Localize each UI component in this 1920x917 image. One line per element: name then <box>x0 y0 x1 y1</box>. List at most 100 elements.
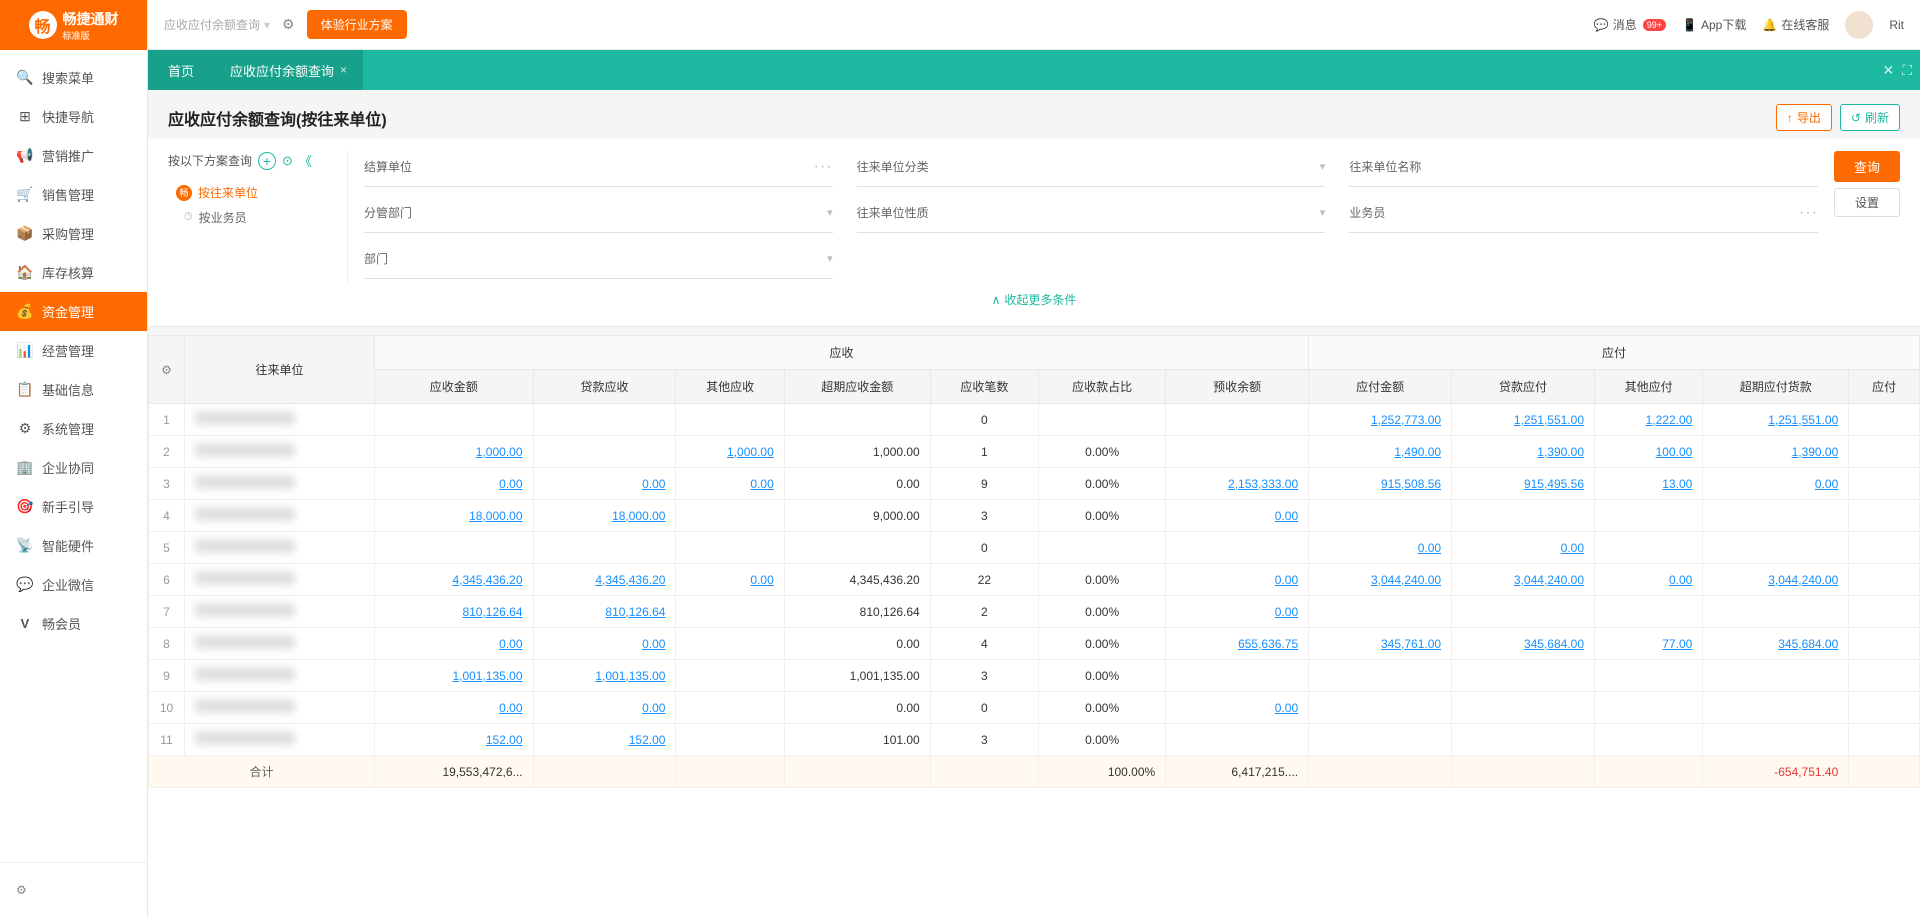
topbar-customer-service[interactable]: 🔔 在线客服 <box>1762 16 1829 33</box>
department-chevron-icon[interactable]: ▾ <box>827 252 833 265</box>
sidebar-item-purchase[interactable]: 📦 采购管理 <box>0 214 147 253</box>
tab-home[interactable]: 首页 <box>148 50 214 90</box>
collapse-more-button[interactable]: ∧ 收起更多条件 <box>168 285 1900 314</box>
tab-close-icon[interactable]: × <box>340 63 347 77</box>
filter-target-icon[interactable]: ⊙ <box>282 153 293 169</box>
solution-button[interactable]: 体验行业方案 <box>307 10 407 39</box>
table-cell[interactable]: 810,126.64 <box>533 596 676 628</box>
table-cell[interactable]: 1,000.00 <box>676 436 784 468</box>
table-cell[interactable]: 3,044,240.00 <box>1452 564 1595 596</box>
dept-chevron-icon[interactable]: ▾ <box>827 206 833 219</box>
table-cell[interactable]: 0.00 <box>374 628 533 660</box>
table-cell[interactable]: 1,001,135.00 <box>374 660 533 692</box>
table-cell[interactable]: 3,044,240.00 <box>1703 564 1849 596</box>
sidebar-item-member[interactable]: V 畅会员 <box>0 604 147 643</box>
table-cell[interactable]: 0.00 <box>533 628 676 660</box>
message-label: 消息 <box>1613 16 1637 33</box>
table-cell[interactable]: 655,636.75 <box>1166 628 1309 660</box>
settings-button[interactable]: 设置 <box>1834 188 1900 217</box>
sidebar-item-basic[interactable]: 📋 基础信息 <box>0 370 147 409</box>
user-avatar[interactable] <box>1845 11 1873 39</box>
sidebar-item-hardware[interactable]: 📡 智能硬件 <box>0 526 147 565</box>
table-cell[interactable]: 0.00 <box>1166 564 1309 596</box>
sidebar-item-sales[interactable]: 🛒 销售管理 <box>0 175 147 214</box>
table-cell[interactable]: 1,251,551.00 <box>1703 404 1849 436</box>
table-cell[interactable]: 0.00 <box>533 692 676 724</box>
sidebar-bottom-settings[interactable]: ⚙ <box>0 875 147 905</box>
table-cell[interactable]: 0.00 <box>676 468 784 500</box>
table-cell[interactable]: 18,000.00 <box>374 500 533 532</box>
table-cell[interactable]: 152.00 <box>374 724 533 756</box>
table-cell[interactable]: 2,153,333.00 <box>1166 468 1309 500</box>
table-cell[interactable]: 1,390.00 <box>1703 436 1849 468</box>
table-cell[interactable]: 0.00 <box>533 468 676 500</box>
table-cell[interactable]: 0.00 <box>1309 532 1452 564</box>
filter-collapse-icon[interactable]: 《 <box>299 151 312 170</box>
sidebar-item-search[interactable]: 🔍 搜索菜单 <box>0 58 147 97</box>
sidebar-item-marketing[interactable]: 📢 营销推广 <box>0 136 147 175</box>
topbar-message[interactable]: 💬 消息 99+ <box>1594 16 1666 33</box>
table-cell[interactable]: 0.00 <box>1166 596 1309 628</box>
app-download-icon: 📱 <box>1682 18 1697 32</box>
purchase-icon: 📦 <box>16 225 34 242</box>
table-cell[interactable]: 100.00 <box>1595 436 1703 468</box>
table-cell[interactable]: 18,000.00 <box>533 500 676 532</box>
table-cell[interactable]: 0.00 <box>1166 500 1309 532</box>
table-cell[interactable]: 1,251,551.00 <box>1452 404 1595 436</box>
table-cell[interactable]: 3,044,240.00 <box>1309 564 1452 596</box>
table-cell[interactable]: 0.00 <box>1166 692 1309 724</box>
table-footer-row: 合计 19,553,472,6... 100.00% 6,417,215....… <box>149 756 1920 788</box>
topbar-app-download[interactable]: 📱 App下载 <box>1682 16 1746 33</box>
refresh-button[interactable]: ↺ 刷新 <box>1840 104 1900 131</box>
scheme-item-partner[interactable]: 畅 按往来单位 <box>168 180 335 205</box>
partner-name-input[interactable] <box>1429 156 1818 178</box>
tab-active[interactable]: 应收应付余额查询 × <box>214 50 363 90</box>
settlement-dots-icon[interactable]: ··· <box>814 158 833 176</box>
sidebar-item-guide[interactable]: 🎯 新手引导 <box>0 487 147 526</box>
salesperson-dots-icon[interactable]: ··· <box>1799 204 1818 222</box>
settings-col-header[interactable]: ⚙ <box>149 336 185 404</box>
export-button[interactable]: ↑ 导出 <box>1776 104 1832 131</box>
nature-chevron-icon[interactable]: ▾ <box>1320 206 1326 219</box>
table-cell[interactable]: 152.00 <box>533 724 676 756</box>
table-cell[interactable]: 13.00 <box>1595 468 1703 500</box>
sidebar-item-finance[interactable]: 💰 资金管理 <box>0 292 147 331</box>
sidebar-item-system[interactable]: ⚙ 系统管理 <box>0 409 147 448</box>
table-cell[interactable]: 345,761.00 <box>1309 628 1452 660</box>
table-cell[interactable]: 0.00 <box>676 564 784 596</box>
scheme-item-salesperson[interactable]: ⏱ 按业务员 <box>168 205 335 230</box>
table-cell[interactable]: 810,126.64 <box>374 596 533 628</box>
table-container[interactable]: ⚙ 往来单位 应收 应付 应收金额 贷款应收 其他应收 超期应收金额 应收笔数 … <box>148 335 1920 917</box>
sidebar-item-wechat[interactable]: 💬 企业微信 <box>0 565 147 604</box>
table-cell[interactable]: 915,508.56 <box>1309 468 1452 500</box>
table-cell[interactable]: 915,495.56 <box>1452 468 1595 500</box>
table-cell[interactable]: 0.00 <box>1452 532 1595 564</box>
inventory-icon: 🏠 <box>16 264 34 281</box>
table-cell[interactable]: 0.00 <box>1703 468 1849 500</box>
table-cell[interactable]: 1,490.00 <box>1309 436 1452 468</box>
table-cell[interactable]: 4,345,436.20 <box>374 564 533 596</box>
table-cell[interactable]: 1,252,773.00 <box>1309 404 1452 436</box>
table-cell[interactable]: 0.00 <box>374 468 533 500</box>
table-cell[interactable]: 1,390.00 <box>1452 436 1595 468</box>
query-button[interactable]: 查询 <box>1834 151 1900 182</box>
table-cell[interactable]: 0.00 <box>374 692 533 724</box>
table-cell[interactable]: 345,684.00 <box>1452 628 1595 660</box>
table-cell[interactable]: 1,222.00 <box>1595 404 1703 436</box>
table-cell: 0.00% <box>1039 724 1166 756</box>
sidebar-item-operation[interactable]: 📊 经营管理 <box>0 331 147 370</box>
tabbar-expand-btn[interactable]: ⛶ <box>1902 62 1912 79</box>
table-cell[interactable]: 4,345,436.20 <box>533 564 676 596</box>
filter-add-button[interactable]: + <box>258 152 276 170</box>
sidebar-item-inventory[interactable]: 🏠 库存核算 <box>0 253 147 292</box>
sidebar-item-quicknav[interactable]: ⊞ 快捷导航 <box>0 97 147 136</box>
table-cell[interactable]: 345,684.00 <box>1703 628 1849 660</box>
table-cell[interactable]: 0.00 <box>1595 564 1703 596</box>
tabbar-close-btn[interactable]: ✕ <box>1882 62 1894 79</box>
topbar-gear-icon[interactable]: ⚙ <box>282 16 295 33</box>
category-chevron-icon[interactable]: ▾ <box>1320 160 1326 173</box>
sidebar-item-corp[interactable]: 🏢 企业协同 <box>0 448 147 487</box>
table-cell[interactable]: 1,001,135.00 <box>533 660 676 692</box>
table-cell[interactable]: 1,000.00 <box>374 436 533 468</box>
table-cell[interactable]: 77.00 <box>1595 628 1703 660</box>
